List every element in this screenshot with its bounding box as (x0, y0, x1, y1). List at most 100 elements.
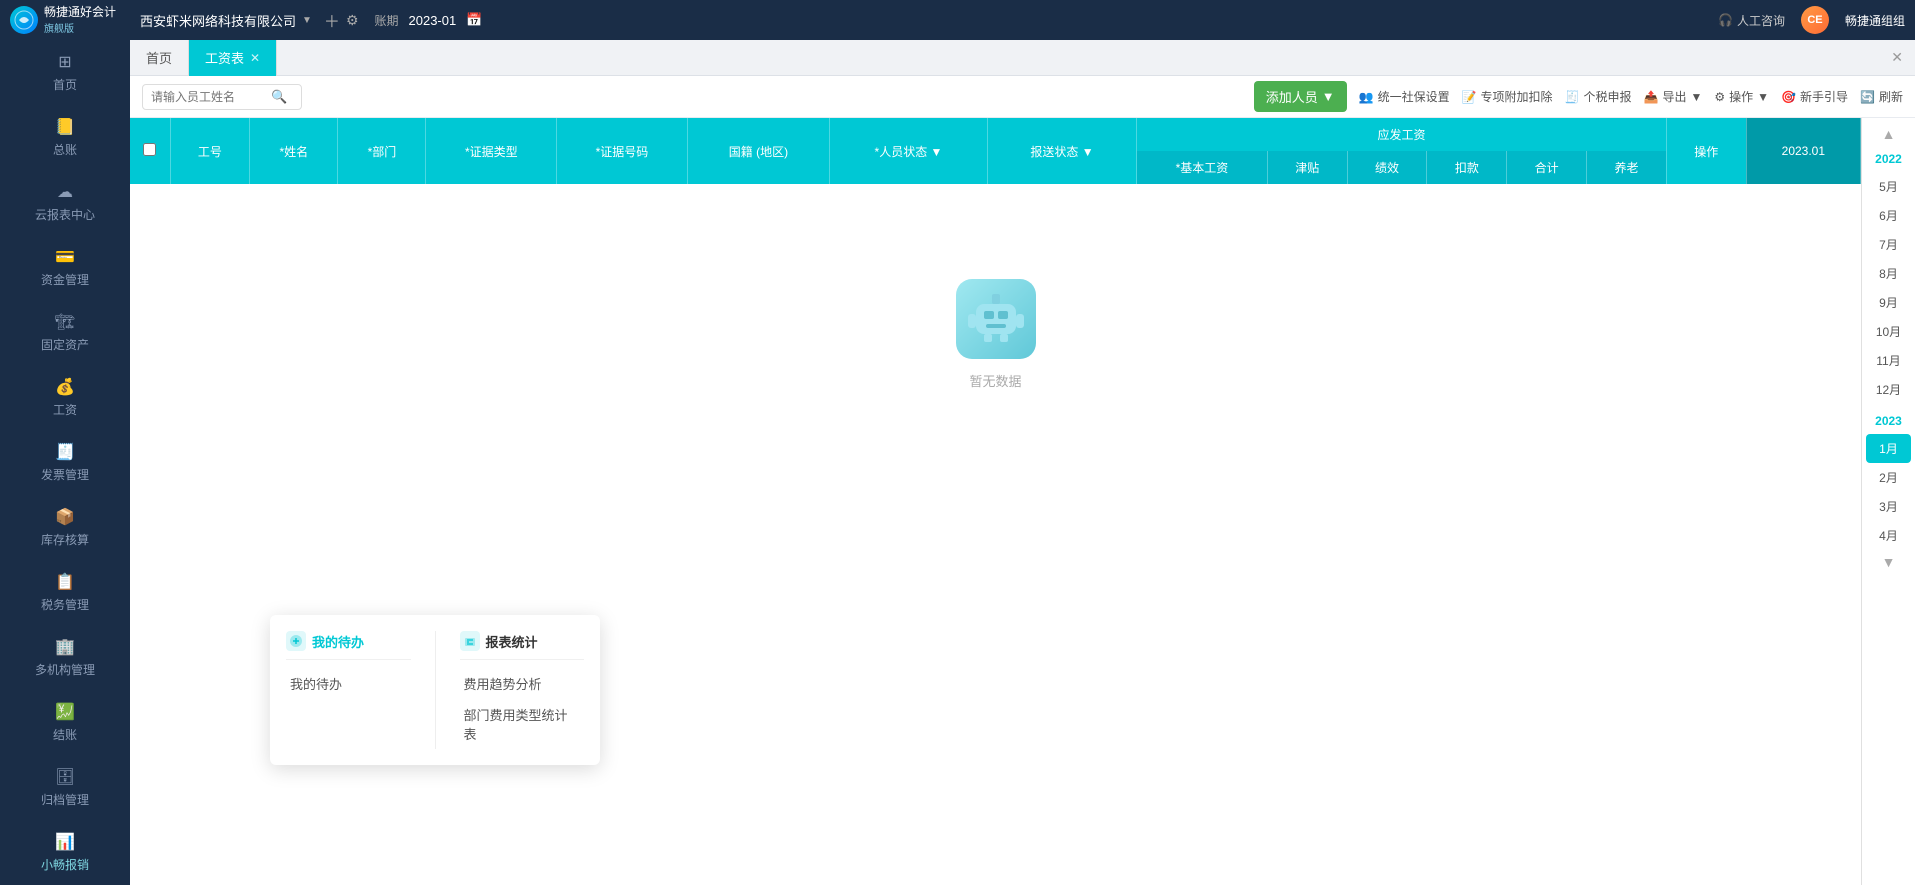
multi-org-icon: 🏢 (55, 637, 75, 657)
export-dropdown-icon: ▼ (1691, 90, 1703, 104)
sidebar-item-salary[interactable]: 💰 工资 (0, 365, 130, 430)
sidebar-item-ledger[interactable]: 📒 总账 (0, 105, 130, 170)
sidebar-label-cloud: 云报表中心 (35, 206, 95, 223)
table-month-wrapper: 工号 *姓名 *部门 *证据类型 *证据号码 国籍 (地区) *人员状态 ▼ 报… (130, 118, 1915, 885)
popup-item-my-todo[interactable]: 我的待办 (286, 668, 411, 699)
search-box[interactable]: 🔍 (142, 84, 302, 110)
logo-icon (10, 6, 38, 34)
salary-table: 工号 *姓名 *部门 *证据类型 *证据号码 国籍 (地区) *人员状态 ▼ 报… (130, 118, 1861, 184)
month-nav-up[interactable]: ▲ (1862, 122, 1915, 146)
sidebar-item-archive[interactable]: 🗄 归档管理 (0, 755, 130, 820)
sidebar-label-multi-org: 多机构管理 (35, 661, 95, 678)
month-2023-4[interactable]: 4月 (1862, 521, 1915, 550)
sidebar-item-xiaochang[interactable]: 📊 小畅报销 (0, 820, 130, 885)
month-2022-11[interactable]: 11月 (1862, 346, 1915, 375)
select-all-checkbox[interactable] (143, 143, 156, 156)
month-2022-7[interactable]: 7月 (1862, 230, 1915, 259)
sidebar-label-archive: 归档管理 (41, 791, 89, 808)
table-wrapper: 工号 *姓名 *部门 *证据类型 *证据号码 国籍 (地区) *人员状态 ▼ 报… (130, 118, 1861, 885)
tab-home[interactable]: 首页 (130, 40, 189, 76)
col-dept: *部门 (338, 118, 426, 184)
xiaochang-icon: 📊 (55, 832, 75, 852)
tab-bar: 首页 工资表 ✕ ✕ (130, 40, 1915, 76)
content-area: 首页 工资表 ✕ ✕ 🔍 添加人员 ▼ 👥 统一社保设置 (130, 40, 1915, 885)
col-id-type: *证据类型 (426, 118, 557, 184)
tab-salary-close[interactable]: ✕ (250, 51, 260, 65)
search-input[interactable] (151, 90, 271, 104)
logo-text-block: 畅捷通好会计 旗舰版 (44, 5, 116, 34)
col-person-status: *人员状态 ▼ (830, 118, 988, 184)
sidebar-item-multi-org[interactable]: 🏢 多机构管理 (0, 625, 130, 690)
export-action[interactable]: 📤 导出 ▼ (1644, 88, 1703, 105)
popup-col-todo: 我的待办 我的待办 (286, 631, 411, 749)
sidebar-label-inventory: 库存核算 (41, 531, 89, 548)
sidebar-item-home[interactable]: ⊞ 首页 (0, 40, 130, 105)
sidebar: ⊞ 首页 📒 总账 ☁ 云报表中心 💳 资金管理 🏗 固定资产 💰 工资 🧾 发… (0, 40, 130, 885)
col-operations: 操作 (1666, 118, 1746, 184)
popup-item-expense-trend[interactable]: 费用趋势分析 (460, 668, 585, 699)
tab-home-label: 首页 (146, 48, 172, 67)
col-number: 工号 (170, 118, 250, 184)
popup-item-expense-type[interactable]: 部门费用类型统计表 (460, 699, 585, 749)
add-company-icon[interactable]: ＋ (324, 8, 340, 32)
social-insurance-action[interactable]: 👥 统一社保设置 (1359, 88, 1450, 105)
col-checkbox[interactable] (130, 118, 170, 184)
tab-salary[interactable]: 工资表 ✕ (189, 40, 277, 76)
popup-divider (435, 631, 436, 749)
tax-deduction-icon: 📝 (1462, 90, 1477, 104)
sidebar-label-assets: 固定资产 (41, 336, 89, 353)
empty-state: 暂无数据 (130, 184, 1861, 484)
cloud-icon: ☁ (57, 182, 73, 202)
col-pension: 养老 (1587, 151, 1667, 184)
sidebar-label-ledger: 总账 (53, 141, 77, 158)
service-button[interactable]: 🎧 人工咨询 (1718, 12, 1785, 29)
sidebar-item-fund[interactable]: 💳 资金管理 (0, 235, 130, 300)
popup-cols: 我的待办 我的待办 报表统计 (286, 631, 584, 749)
new-guide-action[interactable]: 🎯 新手引导 (1781, 88, 1848, 105)
personal-tax-action[interactable]: 🧾 个税申报 (1565, 88, 1632, 105)
month-2022-9[interactable]: 9月 (1862, 288, 1915, 317)
sidebar-item-checkout[interactable]: 💹 结账 (0, 690, 130, 755)
export-icon: 📤 (1644, 90, 1659, 104)
refresh-action[interactable]: 🔄 刷新 (1860, 88, 1903, 105)
col-name: *姓名 (250, 118, 338, 184)
add-person-button[interactable]: 添加人员 ▼ (1254, 81, 1347, 112)
col-base-salary: *基本工资 (1137, 151, 1268, 184)
month-nav-down[interactable]: ▼ (1862, 550, 1915, 574)
sidebar-item-cloud-reports[interactable]: ☁ 云报表中心 (0, 170, 130, 235)
month-2022-12[interactable]: 12月 (1862, 375, 1915, 404)
company-area: 西安虾米网络科技有限公司 ▼ ＋ ⚙ 账期 2023-01 📅 (140, 8, 482, 32)
month-2022-8[interactable]: 8月 (1862, 259, 1915, 288)
operations-action[interactable]: ⚙ 操作 ▼ (1714, 88, 1769, 105)
month-2022-5[interactable]: 5月 (1862, 172, 1915, 201)
month-2023-2[interactable]: 2月 (1862, 463, 1915, 492)
sidebar-item-tax[interactable]: 📋 税务管理 (0, 560, 130, 625)
sidebar-item-inventory[interactable]: 📦 库存核算 (0, 495, 130, 560)
sidebar-item-assets[interactable]: 🏗 固定资产 (0, 300, 130, 365)
col-deduct: 扣款 (1427, 151, 1507, 184)
sidebar-label-home: 首页 (53, 76, 77, 93)
col-report-status: 报送状态 ▼ (987, 118, 1136, 184)
checkout-icon: 💹 (55, 702, 75, 722)
toolbar-right: 添加人员 ▼ 👥 统一社保设置 📝 专项附加扣除 🧾 个税申报 📤 (1254, 81, 1903, 112)
month-2022-10[interactable]: 10月 (1862, 317, 1915, 346)
col-allowance: 津贴 (1267, 151, 1347, 184)
tax-icon: 📋 (55, 572, 75, 592)
col-bonus: 绩效 (1347, 151, 1427, 184)
service-label: 人工咨询 (1737, 12, 1785, 29)
logo-area: 畅捷通好会计 旗舰版 (10, 5, 130, 34)
assets-icon: 🏗 (55, 312, 75, 332)
month-2023-3[interactable]: 3月 (1862, 492, 1915, 521)
logo-subtitle: 旗舰版 (44, 20, 116, 35)
company-dropdown-icon[interactable]: ▼ (302, 15, 312, 26)
month-2023-1[interactable]: 1月 (1866, 434, 1911, 463)
calendar-icon[interactable]: 📅 (466, 12, 482, 28)
settings-icon[interactable]: ⚙ (346, 12, 359, 29)
operations-dropdown-icon: ▼ (1757, 90, 1769, 104)
tax-deduction-action[interactable]: 📝 专项附加扣除 (1462, 88, 1553, 105)
month-2022-6[interactable]: 6月 (1862, 201, 1915, 230)
sidebar-item-invoice[interactable]: 🧾 发票管理 (0, 430, 130, 495)
close-all-button[interactable]: ✕ (1879, 49, 1915, 66)
refresh-label: 刷新 (1879, 88, 1903, 105)
personal-tax-icon: 🧾 (1565, 90, 1580, 104)
